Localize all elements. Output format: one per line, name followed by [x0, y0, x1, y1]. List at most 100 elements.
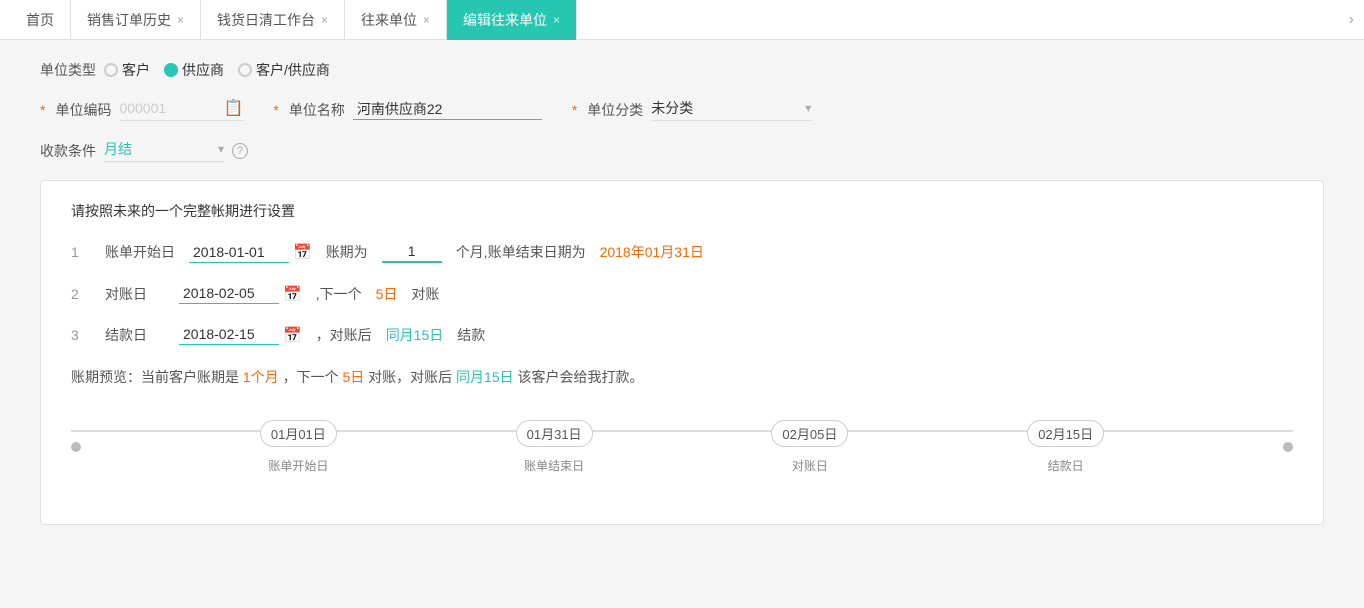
unit-code-label: 单位编码: [55, 100, 111, 120]
preview-prefix: 账期预览：当前客户账期是: [71, 369, 239, 385]
tab-partner-unit-close[interactable]: ×: [423, 13, 430, 27]
payment-row: 收款条件 月结 ▾ ?: [40, 139, 1324, 162]
tabs-bar: 首页 销售订单历史 × 钱货日清工作台 × 往来单位 × 编辑往来单位 × ›: [0, 0, 1364, 40]
unit-name-label: 单位名称: [289, 100, 345, 120]
unit-name-field: * 单位名称: [273, 99, 541, 120]
preview-middle2: 对账，对账后: [368, 369, 452, 385]
unit-type-label: 单位类型: [40, 60, 96, 80]
tab-sales-order-history[interactable]: 销售订单历史 ×: [71, 0, 201, 40]
cycle-label-1: 账单开始日: [105, 242, 175, 262]
timeline-sublabel-3: 对账日: [792, 457, 828, 474]
cycle-panel-title: 请按照未来的一个完整帐期进行设置: [71, 201, 1293, 221]
tl-left-dot: [71, 442, 81, 452]
timeline-badge-1: 01月01日: [260, 420, 337, 447]
payment-value: 月结: [104, 139, 214, 159]
cycle-row-1: 1 账单开始日 📅 账期为 个月,账单结束日期为 2018年01月31日: [71, 241, 1293, 263]
unit-type-radio-group: 客户 供应商 客户/供应商: [104, 60, 330, 80]
unit-type-field: 单位类型 客户 供应商 客户/供应商: [40, 60, 330, 80]
cycle-num-3: 3: [71, 327, 91, 343]
preview-text: 账期预览：当前客户账期是 1个月 ，下一个 5日 对账，对账后 同月15日 该客…: [71, 365, 1293, 390]
unit-category-select[interactable]: 未分类 ▾: [651, 98, 811, 121]
tab-cash-work-close[interactable]: ×: [321, 13, 328, 27]
radio-both[interactable]: 客户/供应商: [238, 60, 330, 80]
row3-highlight: 同月15日: [386, 325, 444, 345]
calendar-icon-1[interactable]: 📅: [293, 243, 312, 261]
unit-code-input-wrapper: 📋: [119, 98, 243, 121]
timeline-badge-3: 02月05日: [771, 420, 848, 447]
calendar-icon-2[interactable]: 📅: [283, 285, 302, 303]
unit-code-input[interactable]: [119, 100, 219, 116]
preview-middle1: ，下一个: [283, 369, 339, 385]
radio-customer-circle: [104, 63, 118, 77]
preview-suffix: 该客户会给我打款。: [518, 369, 644, 385]
unit-category-value: 未分类: [651, 98, 801, 118]
row3-prefix: ，对账后: [316, 325, 372, 345]
radio-supplier-label: 供应商: [182, 60, 224, 80]
period-input[interactable]: [382, 241, 442, 263]
radio-customer[interactable]: 客户: [104, 60, 150, 80]
date-input-2[interactable]: [179, 283, 279, 304]
timeline-sublabel-2: 账单结束日: [524, 457, 584, 474]
unit-category-field: * 单位分类 未分类 ▾: [572, 98, 811, 121]
unit-type-row: 单位类型 客户 供应商 客户/供应商: [40, 60, 1324, 80]
unit-code-copy-icon[interactable]: 📋: [223, 98, 243, 118]
radio-both-label: 客户/供应商: [256, 60, 330, 80]
cycle-row-3: 3 结款日 📅 ，对账后 同月15日 结款: [71, 324, 1293, 345]
timeline-sublabel-4: 结款日: [1048, 457, 1084, 474]
tl-left-end: [71, 420, 81, 474]
tab-edit-partner-label: 编辑往来单位: [463, 10, 547, 30]
payment-field: 收款条件 月结 ▾ ?: [40, 139, 248, 162]
radio-supplier[interactable]: 供应商: [164, 60, 224, 80]
period-end-date: 2018年01月31日: [600, 242, 704, 262]
tab-sales-order-history-label: 销售订单历史: [87, 10, 171, 30]
row3-suffix: 结款: [457, 325, 485, 345]
radio-customer-label: 客户: [122, 60, 150, 80]
cycle-label-3: 结款日: [105, 325, 165, 345]
period-suffix-1: 个月,账单结束日期为: [456, 242, 586, 262]
preview-highlight1: 1个月: [243, 369, 279, 385]
timeline-badge-4: 02月15日: [1027, 420, 1104, 447]
tabs-expand-icon[interactable]: ›: [1339, 11, 1364, 29]
date-input-3[interactable]: [179, 324, 279, 345]
unit-name-required: *: [273, 102, 278, 118]
cycle-row-2: 2 对账日 📅 ,下一个 5日 对账: [71, 283, 1293, 304]
date-input-1[interactable]: [189, 242, 289, 263]
tab-home[interactable]: 首页: [10, 0, 71, 40]
unit-code-required: *: [40, 102, 45, 118]
unit-code-field: * 单位编码 📋: [40, 98, 243, 121]
tl-right-dot: [1283, 442, 1293, 452]
row2-suffix: 对账: [411, 284, 439, 304]
period-prefix-1: 账期为: [326, 242, 368, 262]
cycle-num-1: 1: [71, 244, 91, 260]
calendar-icon-3[interactable]: 📅: [283, 326, 302, 344]
date-field-2: 📅: [179, 283, 302, 304]
tab-partner-unit-label: 往来单位: [361, 10, 417, 30]
tab-sales-order-history-close[interactable]: ×: [177, 13, 184, 27]
tab-cash-work[interactable]: 钱货日清工作台 ×: [201, 0, 345, 40]
unit-name-input[interactable]: [353, 99, 542, 120]
cycle-label-2: 对账日: [105, 284, 165, 304]
timeline-points: 01月01日 账单开始日 01月31日 账单结束日 02月05日 对账日 02月…: [71, 420, 1293, 474]
unit-category-required: *: [572, 102, 577, 118]
unit-info-row: * 单位编码 📋 * 单位名称 * 单位分类 未分类 ▾: [40, 98, 1324, 121]
timeline: 01月01日 账单开始日 01月31日 账单结束日 02月05日 对账日 02月…: [71, 410, 1293, 504]
payment-help-icon[interactable]: ?: [232, 143, 248, 159]
cycle-panel: 请按照未来的一个完整帐期进行设置 1 账单开始日 📅 账期为 个月,账单结束日期…: [40, 180, 1324, 525]
cycle-num-2: 2: [71, 286, 91, 302]
preview-highlight2: 5日: [342, 369, 364, 385]
timeline-point-2: 01月31日 账单结束日: [516, 420, 593, 474]
payment-select[interactable]: 月结 ▾: [104, 139, 224, 162]
date-field-1: 📅: [189, 242, 312, 263]
tl-right-end: [1283, 420, 1293, 474]
tab-home-label: 首页: [26, 10, 54, 30]
tab-partner-unit[interactable]: 往来单位 ×: [345, 0, 447, 40]
radio-supplier-circle: [164, 63, 178, 77]
unit-category-chevron-icon: ▾: [805, 101, 811, 115]
row2-highlight: 5日: [376, 284, 398, 304]
row2-prefix: ,下一个: [316, 284, 362, 304]
date-field-3: 📅: [179, 324, 302, 345]
tab-edit-partner-close[interactable]: ×: [553, 13, 560, 27]
tab-edit-partner[interactable]: 编辑往来单位 ×: [447, 0, 577, 40]
timeline-point-1: 01月01日 账单开始日: [260, 420, 337, 474]
tab-cash-work-label: 钱货日清工作台: [217, 10, 315, 30]
